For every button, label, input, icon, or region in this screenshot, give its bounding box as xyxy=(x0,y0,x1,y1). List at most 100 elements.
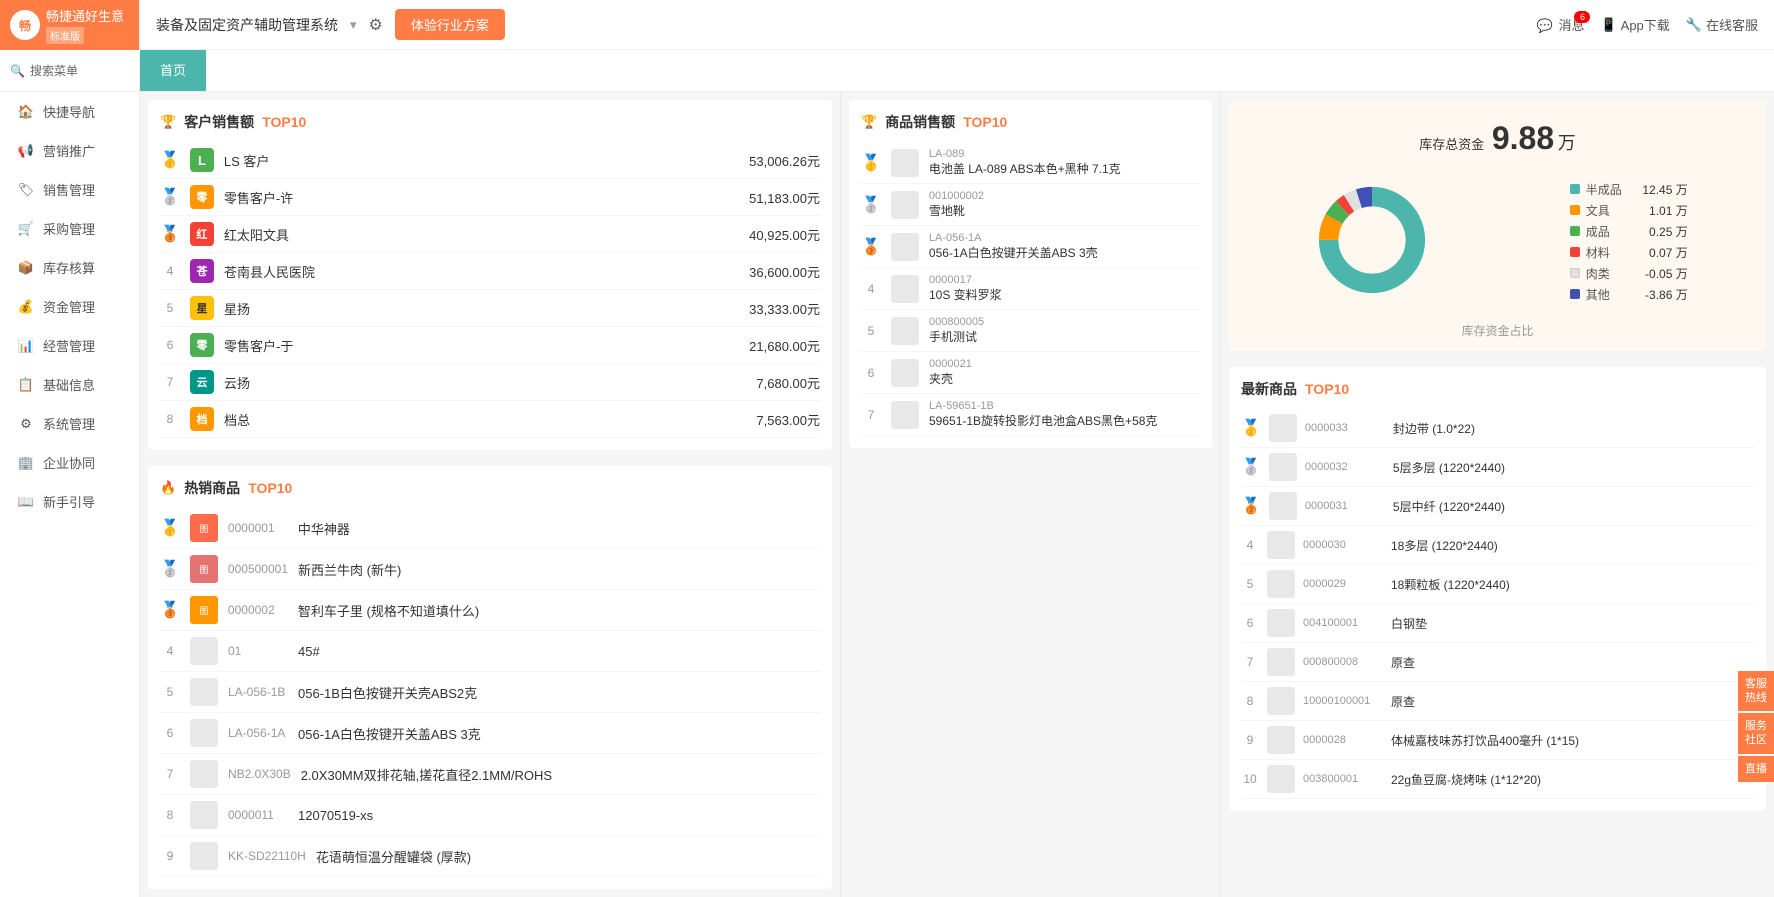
hot-medal-3: 🥉 xyxy=(160,600,180,620)
sidebar-item-label: 营销推广 xyxy=(43,141,95,160)
mid-rank-5: 5 xyxy=(861,324,881,338)
new-rank-5: 5 xyxy=(1241,577,1259,591)
mid-code-3: LA-056-1A xyxy=(929,232,1200,244)
mid-product-3: 🥉 LA-056-1A 056-1A白色按键开关盖ABS 3壳 xyxy=(861,226,1200,268)
new-name-8: 原查 xyxy=(1391,693,1754,710)
customer-rank-4: 4 苍 苍南县人民医院 36,600.00元 xyxy=(160,253,820,290)
mid-thumb-3 xyxy=(891,233,919,261)
sidebar-item-system[interactable]: ⚙ 系统管理 xyxy=(0,404,139,443)
customer-amount-7: 7,680.00元 xyxy=(756,373,820,392)
new-rank-7: 7 xyxy=(1241,655,1259,669)
new-thumb-5 xyxy=(1267,570,1295,598)
customer-rank-6: 6 零 零售客户-于 21,680.00元 xyxy=(160,327,820,364)
product-thumb-5 xyxy=(190,678,218,706)
sidebar-item-label: 企业协同 xyxy=(43,453,95,472)
trophy-icon: 🏆 xyxy=(160,114,176,130)
finance-icon: 💰 xyxy=(17,298,35,316)
online-service[interactable]: 🔧 在线客服 xyxy=(1686,15,1758,34)
customer-amount-4: 36,600.00元 xyxy=(749,262,820,281)
sidebar-item-purchase[interactable]: 🛒 采购管理 xyxy=(0,209,139,248)
hot-products-title: 热销商品 xyxy=(184,478,240,498)
customer-rank-7: 7 云 云扬 7,680.00元 xyxy=(160,364,820,401)
dropdown-arrow-icon[interactable]: ▾ xyxy=(350,17,357,33)
float-customer-service[interactable]: 客服热线 xyxy=(1738,671,1774,712)
sidebar-item-quick-nav[interactable]: 🏠 快捷导航 xyxy=(0,92,139,131)
sidebar-item-finance[interactable]: 💰 资金管理 xyxy=(0,287,139,326)
new-product-2: 🥈 0000032 5层多层 (1220*2440) xyxy=(1241,448,1754,487)
new-thumb-8 xyxy=(1267,687,1295,715)
fire-icon: 🔥 xyxy=(160,480,176,496)
float-live[interactable]: 直播 xyxy=(1738,756,1774,782)
customer-rank-5: 5 星 星扬 33,333.00元 xyxy=(160,290,820,327)
sidebar-item-sales[interactable]: 🏷 销售管理 xyxy=(0,170,139,209)
sidebar-item-label: 系统管理 xyxy=(43,414,95,433)
new-product-5: 5 0000029 18颗粒板 (1220*2440) xyxy=(1241,565,1754,604)
phone-icon: 📱 xyxy=(1600,17,1616,33)
inventory-total-label: 库存总资金 xyxy=(1419,137,1484,152)
hot-name-4: 45# xyxy=(298,644,820,659)
float-community[interactable]: 服务社区 xyxy=(1738,713,1774,754)
customer-amount-8: 7,563.00元 xyxy=(756,410,820,429)
hot-product-5: 5 LA-056-1B 056-1B白色按键开关壳ABS2克 xyxy=(160,672,820,713)
trial-button[interactable]: 体验行业方案 xyxy=(395,9,505,40)
mid-name-2: 雪地靴 xyxy=(929,202,1200,219)
new-code-10: 003800001 xyxy=(1303,773,1383,785)
customer-name-3: 红太阳文具 xyxy=(224,225,739,244)
sidebar-item-label: 资金管理 xyxy=(43,297,95,316)
sidebar-item-enterprise[interactable]: 🏢 企业协同 xyxy=(0,443,139,482)
inventory-total: 库存总资金 9.88 万 xyxy=(1241,120,1754,157)
float-buttons: 客服热线 服务社区 直播 xyxy=(1738,671,1774,782)
new-product-9: 9 0000028 体械嘉枝味苏打饮品400毫升 (1*15) xyxy=(1241,721,1754,760)
tab-home[interactable]: 首页 xyxy=(140,50,206,91)
customer-badge-2: 零 xyxy=(190,185,214,209)
hot-product-2: 🥈 图 000500001 新西兰牛肉 (新牛) xyxy=(160,549,820,590)
hot-code-3: 0000002 xyxy=(228,603,288,617)
sidebar-item-inventory[interactable]: 📦 库存核算 xyxy=(0,248,139,287)
new-thumb-6 xyxy=(1267,609,1295,637)
new-rank-6: 6 xyxy=(1241,616,1259,630)
new-products-header: 最新商品 TOP10 xyxy=(1241,379,1754,399)
app-download[interactable]: 📱 App下载 xyxy=(1600,15,1669,34)
legend-dot-4 xyxy=(1570,247,1580,257)
new-products-card: 最新商品 TOP10 🥇 0000033 封边带 (1.0*22) 🥈 0000… xyxy=(1229,367,1766,811)
customer-name-8: 档总 xyxy=(224,410,746,429)
mid-thumb-1 xyxy=(891,149,919,177)
search-menu-button[interactable]: 🔍 搜索菜单 xyxy=(10,58,129,83)
mid-rank-7: 7 xyxy=(861,408,881,422)
settings-icon[interactable]: ⚙ xyxy=(369,15,383,35)
inventory-label: 库存资金占比 xyxy=(1241,322,1754,339)
new-product-6: 6 004100001 白钢垫 xyxy=(1241,604,1754,643)
marketing-icon: 📢 xyxy=(17,142,35,160)
hot-code-9: KK-SD22110H xyxy=(228,849,306,863)
mid-code-5: 000800005 xyxy=(929,316,1200,328)
right-panel: 库存总资金 9.88 万 xyxy=(1220,92,1774,897)
product-thumb-7 xyxy=(190,760,218,788)
customer-badge-5: 星 xyxy=(190,296,214,320)
hot-name-2: 新西兰牛肉 (新牛) xyxy=(298,560,820,579)
service-icon: 🔧 xyxy=(1686,17,1702,33)
rank-num-8: 8 xyxy=(160,412,180,426)
online-service-label: 在线客服 xyxy=(1706,15,1758,34)
hot-product-9: 9 KK-SD22110H 花语萌恒温分醒罐袋 (厚款) xyxy=(160,836,820,877)
quick-nav-icon: 🏠 xyxy=(17,103,35,121)
sidebar-item-marketing[interactable]: 📢 营销推广 xyxy=(0,131,139,170)
sidebar-item-guide[interactable]: 📖 新手引导 xyxy=(0,482,139,521)
system-title: 装备及固定资产辅助管理系统 xyxy=(156,15,338,35)
hot-rank-5: 5 xyxy=(160,685,180,699)
sidebar-item-basic-info[interactable]: 📋 基础信息 xyxy=(0,365,139,404)
new-name-9: 体械嘉枝味苏打饮品400毫升 (1*15) xyxy=(1391,732,1754,749)
inventory-total-unit: 万 xyxy=(1558,133,1576,153)
guide-icon: 📖 xyxy=(17,493,35,511)
legend-value-1: 12.45 万 xyxy=(1628,181,1688,198)
hot-product-1: 🥇 图 0000001 中华神器 xyxy=(160,508,820,549)
sidebar-item-label: 库存核算 xyxy=(43,258,95,277)
hot-name-7: 2.0X30MM双排花轴,搓花直径2.1MM/ROHS xyxy=(301,765,820,784)
hot-name-6: 056-1A白色按键开关盖ABS 3克 xyxy=(298,724,820,743)
sidebar-item-operations[interactable]: 📊 经营管理 xyxy=(0,326,139,365)
notifications-badge[interactable]: 💬 消息 6 xyxy=(1537,15,1585,34)
new-thumb-7 xyxy=(1267,648,1295,676)
hot-code-7: NB2.0X30B xyxy=(228,767,291,781)
search-menu-container: 🔍 搜索菜单 xyxy=(0,50,139,92)
product-sales-card: 🏆 商品销售额 TOP10 🥇 LA-089 电池盖 LA-089 ABS本色+… xyxy=(849,100,1212,448)
customer-ranking-header: 🏆 客户销售额 TOP10 xyxy=(160,112,820,132)
